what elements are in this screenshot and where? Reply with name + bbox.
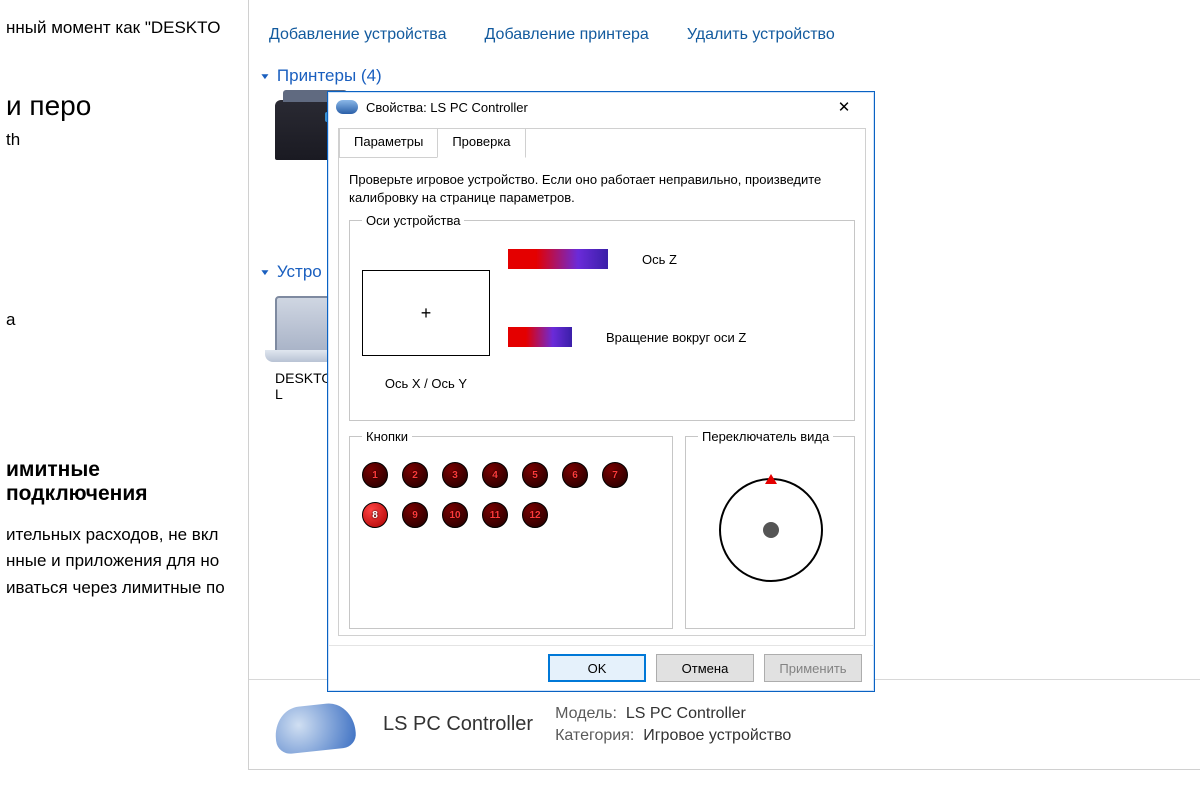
axis-z-label: Ось Z (642, 252, 677, 267)
details-name: LS PC Controller (383, 713, 533, 736)
gamepad-icon (273, 700, 357, 754)
command-bar: Добавление устройства Добавление принтер… (249, 0, 1200, 62)
group-printers[interactable]: ▼ Принтеры (4) (255, 62, 1200, 90)
buttons-legend: Кнопки (362, 429, 412, 444)
xy-axis-box: + (362, 270, 490, 356)
joy-button-10: 10 (442, 502, 468, 528)
settings-background: нный момент как "DESKTO и перо th а имит… (0, 0, 248, 799)
group-label: Устро (277, 262, 322, 282)
close-button[interactable]: ✕ (822, 93, 866, 121)
instruction-text: Проверьте игровое устройство. Если оно р… (349, 171, 855, 207)
xy-axis-label: Ось X / Ось Y (362, 376, 490, 391)
joy-button-grid: 123456789101112 (362, 456, 662, 528)
axis-rz-label: Вращение вокруг оси Z (606, 330, 746, 345)
joy-button-1: 1 (362, 462, 388, 488)
axis-z-bar (508, 249, 608, 269)
controller-properties-dialog: Свойства: LS PC Controller ✕ Параметры П… (327, 91, 875, 692)
tab-test[interactable]: Проверка (437, 128, 525, 158)
cmd-add-printer[interactable]: Добавление принтера (485, 26, 649, 44)
ok-button[interactable]: OK (548, 654, 646, 682)
text-fragment: ительных расходов, не вкл нные и приложе… (6, 522, 242, 601)
joy-button-8: 8 (362, 502, 388, 528)
joy-button-11: 11 (482, 502, 508, 528)
pov-group: Переключатель вида (685, 429, 855, 629)
joy-button-6: 6 (562, 462, 588, 488)
cancel-button[interactable]: Отмена (656, 654, 754, 682)
joy-button-12: 12 (522, 502, 548, 528)
joy-button-4: 4 (482, 462, 508, 488)
joy-button-2: 2 (402, 462, 428, 488)
chevron-down-icon: ▼ (259, 267, 271, 277)
axis-rz-bar (508, 327, 572, 347)
axes-legend: Оси устройства (362, 213, 464, 228)
chevron-down-icon: ▼ (259, 71, 271, 81)
joy-button-9: 9 (402, 502, 428, 528)
joy-button-7: 7 (602, 462, 628, 488)
group-label: Принтеры (4) (277, 66, 382, 86)
apply-button: Применить (764, 654, 862, 682)
close-icon: ✕ (838, 98, 851, 116)
cmd-add-device[interactable]: Добавление устройства (269, 26, 447, 44)
details-pane: LS PC Controller Модель: LS PC Controlle… (249, 679, 1200, 769)
text-fragment: th (6, 130, 242, 150)
settings-heading: и перо (6, 90, 242, 122)
buttons-group: Кнопки 123456789101112 (349, 429, 673, 629)
axes-group: Оси устройства + Ось X / Ось Y Ось Z (349, 213, 855, 421)
gamepad-icon (336, 100, 358, 114)
pov-center-dot (763, 522, 779, 538)
text-fragment: а (6, 310, 242, 330)
joy-button-5: 5 (522, 462, 548, 488)
cmd-remove-device[interactable]: Удалить устройство (687, 26, 835, 44)
tab-content-test: Проверьте игровое устройство. Если оно р… (339, 157, 865, 637)
joy-button-3: 3 (442, 462, 468, 488)
tab-strip: Параметры Проверка (339, 129, 525, 159)
dialog-title: Свойства: LS PC Controller (366, 100, 814, 115)
pov-arrow-icon (765, 474, 777, 484)
text-fragment: нный момент как "DESKTO (6, 18, 242, 38)
pov-legend: Переключатель вида (698, 429, 833, 444)
dialog-footer: OK Отмена Применить (328, 645, 874, 691)
tab-parameters[interactable]: Параметры (339, 128, 438, 158)
settings-subheading: имитные подключения (6, 458, 242, 506)
pov-hat (719, 478, 823, 582)
dialog-body: Параметры Проверка Проверьте игровое уст… (338, 128, 866, 636)
dialog-titlebar[interactable]: Свойства: LS PC Controller ✕ (328, 92, 874, 122)
